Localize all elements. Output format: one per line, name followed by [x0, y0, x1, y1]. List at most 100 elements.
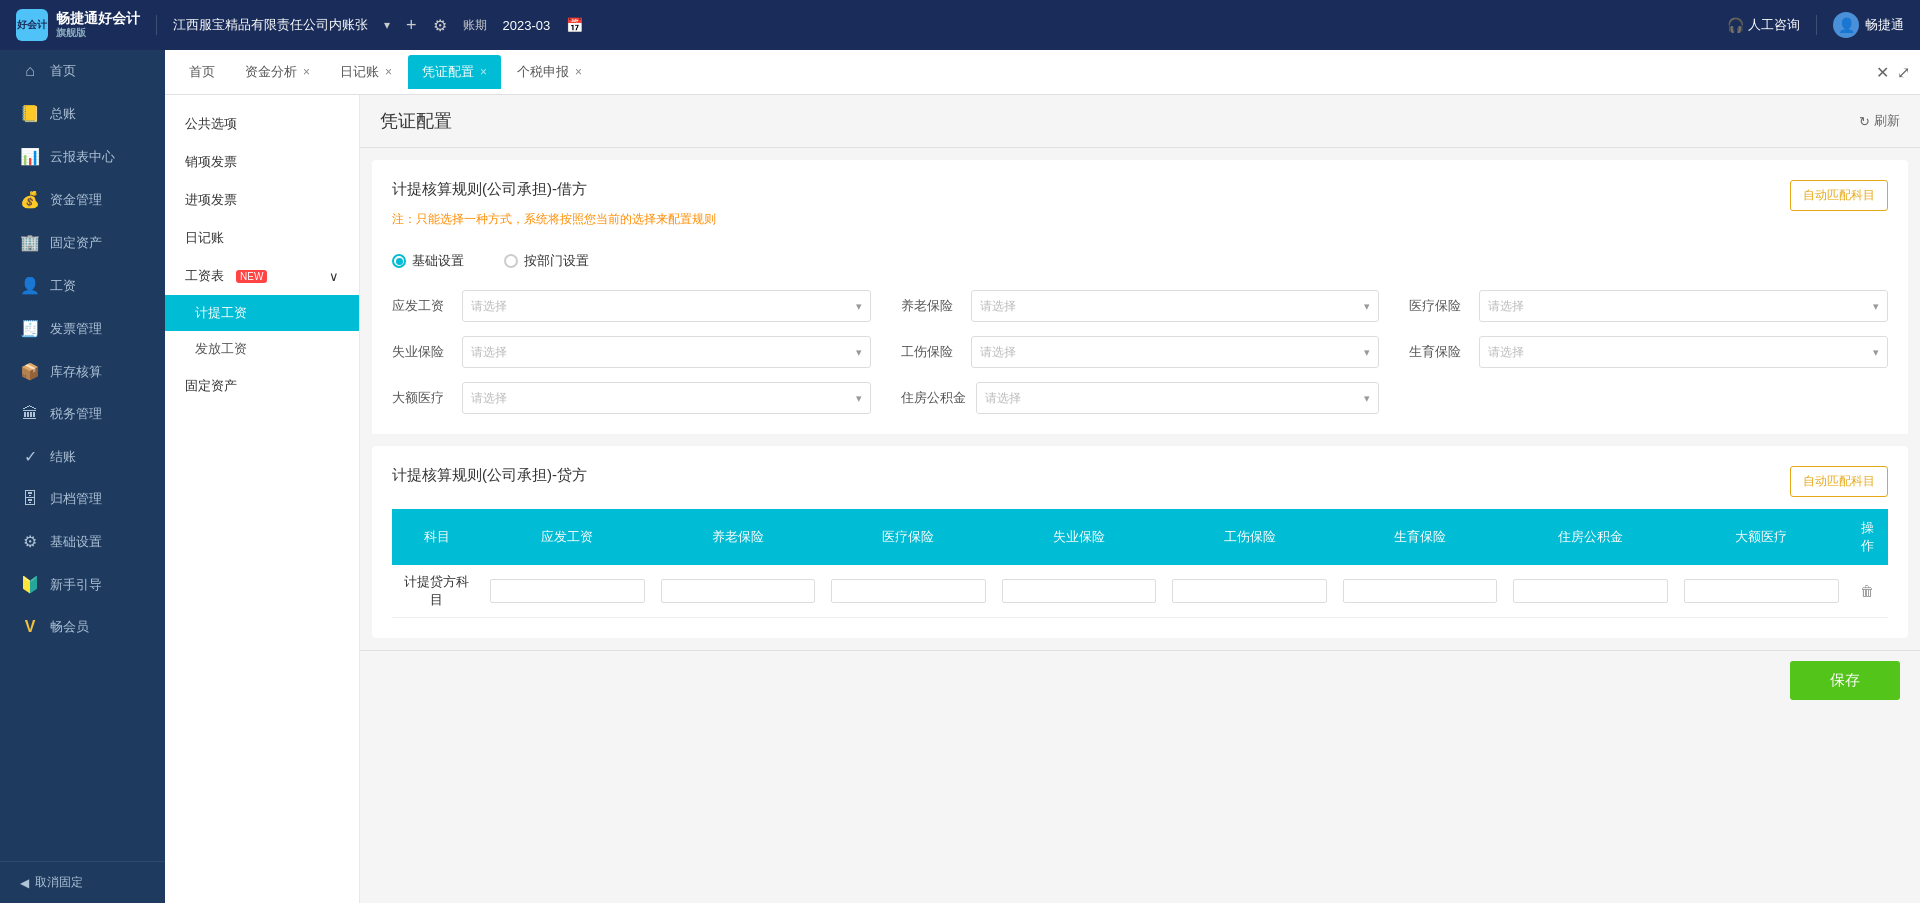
tab-close-funds[interactable]: ×: [303, 65, 310, 79]
td-yiliao-input[interactable]: [823, 565, 994, 618]
menu-item-purchase[interactable]: 进项发票: [165, 181, 359, 219]
select-yanglao[interactable]: 请选择 ▾: [971, 290, 1380, 322]
sidebar-item-ledger[interactable]: 📒 总账: [0, 92, 165, 135]
tab-voucher-config[interactable]: 凭证配置 ×: [408, 55, 501, 89]
td-daeyiliao-input[interactable]: [1676, 565, 1847, 618]
add-book-icon[interactable]: +: [406, 15, 417, 36]
archive-icon: 🗄: [20, 490, 40, 508]
radio-basic[interactable]: 基础设置: [392, 252, 464, 270]
calendar-icon[interactable]: 📅: [566, 17, 583, 33]
delete-row-icon[interactable]: 🗑: [1860, 583, 1874, 599]
tab-journal[interactable]: 日记账 ×: [326, 55, 406, 89]
sidebar-item-checkout[interactable]: ✓ 结账: [0, 435, 165, 478]
menu-item-calc-salary[interactable]: 计提工资: [165, 295, 359, 331]
tab-home-label: 首页: [189, 63, 215, 81]
td-zhufang-input[interactable]: [1505, 565, 1676, 618]
user-info[interactable]: 👤 畅捷通: [1833, 12, 1904, 38]
input-shengyu[interactable]: [1343, 579, 1498, 603]
select-yiliao[interactable]: 请选择 ▾: [1479, 290, 1888, 322]
select-shengyu[interactable]: 请选择 ▾: [1479, 336, 1888, 368]
td-shengyu-input[interactable]: [1335, 565, 1506, 618]
auto-match-credit-btn[interactable]: 自动匹配科目: [1790, 466, 1888, 497]
menu-label-pay-salary: 发放工资: [195, 341, 247, 356]
company-dropdown-icon[interactable]: ▾: [384, 18, 390, 32]
sidebar-item-home[interactable]: ⌂ 首页: [0, 50, 165, 92]
panel-header: 凭证配置 ↻ 刷新: [360, 95, 1920, 148]
sidebar-item-settings[interactable]: ⚙ 基础设置: [0, 520, 165, 563]
select-daeyiliao[interactable]: 请选择 ▾: [462, 382, 871, 414]
sidebar-item-member[interactable]: V 畅会员: [0, 606, 165, 648]
input-yingfa[interactable]: [490, 579, 645, 603]
input-yiliao[interactable]: [831, 579, 986, 603]
sidebar-item-archive[interactable]: 🗄 归档管理: [0, 478, 165, 520]
sidebar-item-salary[interactable]: 👤 工资: [0, 264, 165, 307]
sidebar-item-inventory[interactable]: 📦 库存核算: [0, 350, 165, 393]
menu-item-sales[interactable]: 销项发票: [165, 143, 359, 181]
cancel-fixed-btn[interactable]: ◀ 取消固定: [0, 861, 165, 903]
credit-section: 计提核算规则(公司承担)-贷方 自动匹配科目 科目 应发工资 养老保险 医疗保险: [372, 446, 1908, 638]
select-zhufang[interactable]: 请选择 ▾: [976, 382, 1380, 414]
placeholder-yanglao: 请选择: [980, 298, 1016, 315]
sidebar-label-archive: 归档管理: [50, 490, 102, 508]
credit-table: 科目 应发工资 养老保险 医疗保险 失业保险 工伤保险 生育保险 住房公积金 大…: [392, 509, 1888, 618]
sidebar-label-member: 畅会员: [50, 618, 89, 636]
menu-item-fixed-assets[interactable]: 固定资产: [165, 367, 359, 405]
placeholder-yingfa: 请选择: [471, 298, 507, 315]
tab-close-journal[interactable]: ×: [385, 65, 392, 79]
menu-item-journal[interactable]: 日记账: [165, 219, 359, 257]
member-icon: V: [20, 618, 40, 636]
app-title: 畅捷通好会计: [56, 10, 140, 27]
select-shiye[interactable]: 请选择 ▾: [462, 336, 871, 368]
input-shiye[interactable]: [1002, 579, 1157, 603]
arrow-yanglao: ▾: [1364, 300, 1370, 313]
auto-match-debit-btn[interactable]: 自动匹配科目: [1790, 180, 1888, 211]
td-action[interactable]: 🗑: [1847, 565, 1888, 618]
select-gongshang[interactable]: 请选择 ▾: [971, 336, 1380, 368]
sidebar-item-tax[interactable]: 🏛 税务管理: [0, 393, 165, 435]
sidebar-item-funds[interactable]: 💰 资金管理: [0, 178, 165, 221]
tab-close-voucher[interactable]: ×: [480, 65, 487, 79]
input-zhufang[interactable]: [1513, 579, 1668, 603]
label-yiliao: 医疗保险: [1409, 297, 1469, 315]
td-gongshang-input[interactable]: [1164, 565, 1335, 618]
label-gongshang: 工伤保险: [901, 343, 961, 361]
placeholder-gongshang: 请选择: [980, 344, 1016, 361]
expand-window-icon[interactable]: ⤢: [1897, 63, 1910, 82]
table-row: 计提贷方科目 🗑: [392, 565, 1888, 618]
sidebar-label-reports: 云报表中心: [50, 148, 115, 166]
reports-icon: 📊: [20, 147, 40, 166]
input-gongshang[interactable]: [1172, 579, 1327, 603]
tax-icon: 🏛: [20, 405, 40, 423]
sidebar-item-reports[interactable]: 📊 云报表中心: [0, 135, 165, 178]
menu-item-pay-salary[interactable]: 发放工资: [165, 331, 359, 367]
expand-salary-icon[interactable]: ∨: [329, 269, 339, 284]
settings-icon[interactable]: ⚙: [433, 16, 447, 35]
td-shiye-input[interactable]: [994, 565, 1165, 618]
radio-basic-dot: [396, 258, 403, 265]
select-yingfa[interactable]: 请选择 ▾: [462, 290, 871, 322]
period-label: 账期: [463, 17, 487, 34]
save-button[interactable]: 保存: [1790, 661, 1900, 700]
input-daeyiliao[interactable]: [1684, 579, 1839, 603]
close-window-icon[interactable]: ✕: [1876, 63, 1889, 82]
sidebar-item-guide[interactable]: 🔰 新手引导: [0, 563, 165, 606]
sidebar-item-invoice[interactable]: 🧾 发票管理: [0, 307, 165, 350]
tab-close-tax[interactable]: ×: [575, 65, 582, 79]
tab-tax[interactable]: 个税申报 ×: [503, 55, 596, 89]
td-yingfa-input[interactable]: [482, 565, 653, 618]
period-value[interactable]: 2023-03: [503, 18, 551, 33]
menu-item-public[interactable]: 公共选项: [165, 105, 359, 143]
input-yanglao[interactable]: [661, 579, 816, 603]
menu-item-salary-table[interactable]: 工资表 NEW ∨: [165, 257, 359, 295]
sidebar-item-assets[interactable]: 🏢 固定资产: [0, 221, 165, 264]
td-yanglao-input[interactable]: [653, 565, 824, 618]
td-row-name: 计提贷方科目: [392, 565, 482, 618]
tab-home[interactable]: 首页: [175, 55, 229, 89]
tab-funds-analysis[interactable]: 资金分析 ×: [231, 55, 324, 89]
arrow-yingfa: ▾: [856, 300, 862, 313]
human-service-btn[interactable]: 🎧 人工咨询: [1727, 16, 1800, 34]
menu-label-fixed-assets: 固定资产: [185, 377, 237, 395]
refresh-btn[interactable]: ↻ 刷新: [1859, 112, 1900, 130]
company-selector[interactable]: 江西服宝精品有限责任公司内账张: [173, 16, 368, 34]
radio-dept[interactable]: 按部门设置: [504, 252, 589, 270]
